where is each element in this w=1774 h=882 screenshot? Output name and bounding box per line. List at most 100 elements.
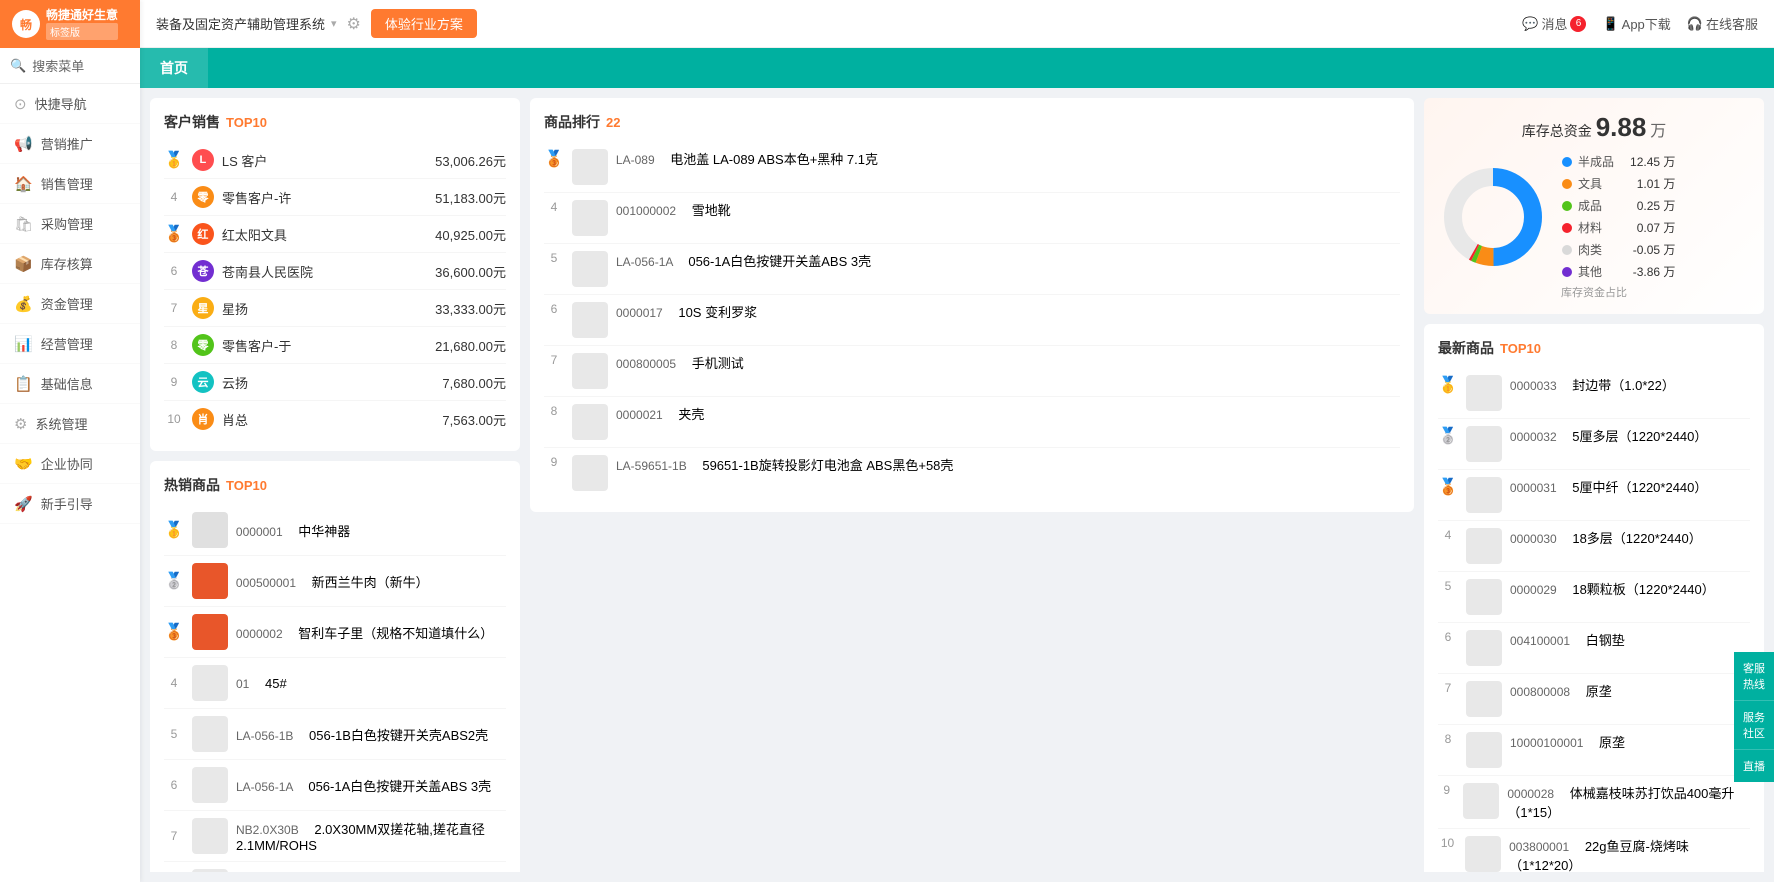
product-thumbnail <box>1466 477 1502 513</box>
medal-icon: 🥇 <box>164 150 184 170</box>
product-thumbnail <box>192 563 228 599</box>
legend-dot <box>1562 245 1572 255</box>
product-thumbnail <box>192 869 228 872</box>
top-customers-title: 客户销售 TOP10 <box>164 112 506 132</box>
sidebar-item-operations[interactable]: 📊 经营管理 <box>0 324 140 364</box>
logo-title: 畅捷通好生意 <box>46 8 118 24</box>
legend-dot <box>1562 201 1572 211</box>
marketing-icon: 📢 <box>14 135 33 153</box>
sidebar-item-label: 库存核算 <box>41 254 93 273</box>
nav-tabs: 首页 <box>140 48 1774 88</box>
sidebar-item-enterprise[interactable]: 🤝 企业协同 <box>0 444 140 484</box>
list-item: 7 000800005 手机测试 <box>544 346 1400 397</box>
cs-community-button[interactable]: 服务社区 <box>1734 701 1774 750</box>
sidebar-item-sales[interactable]: 🏠 销售管理 <box>0 164 140 204</box>
rank-badge: 零 <box>192 334 214 356</box>
list-item: 4 零 零售客户-许 51,183.00元 <box>164 179 506 216</box>
customer-service-widget: 客服热线 服务社区 直播 <box>1734 652 1774 782</box>
hot-products-title: 热销商品 TOP10 <box>164 475 506 495</box>
medal-icon: 🥈 <box>1438 426 1458 446</box>
message-button[interactable]: 💬 消息 6 <box>1522 14 1586 33</box>
chevron-down-icon: ▾ <box>331 17 337 30</box>
legend-dot <box>1562 223 1572 233</box>
product-thumbnail <box>1466 579 1502 615</box>
gear-icon[interactable]: ⚙ <box>347 14 361 34</box>
app-download-button[interactable]: 📱 App下载 <box>1602 14 1670 33</box>
legend-item: 成品 0.25 万 <box>1562 197 1675 214</box>
rank-badge: 云 <box>192 371 214 393</box>
sidebar-item-quick-nav[interactable]: ⊙ 快捷导航 <box>0 84 140 124</box>
sidebar-item-label: 系统管理 <box>35 414 87 433</box>
list-item: 8 10000100001 原垄 <box>1438 725 1750 776</box>
finance-icon: 💰 <box>14 295 33 313</box>
message-badge: 6 <box>1570 16 1586 32</box>
product-rank-card: 商品排行 22 🥉 LA-089 电池盖 LA-089 ABS本色+黑种 7.1… <box>530 98 1414 512</box>
system-name: 装备及固定资产辅助管理系统 <box>156 14 325 33</box>
topbar-right: 💬 消息 6 📱 App下载 🎧 在线客服 <box>1522 14 1758 33</box>
list-item: 🥈 000500001 新西兰牛肉（新牛） <box>164 556 506 607</box>
list-item: 7 NB2.0X30B 2.0X30MM双搓花轴,搓花直径2.1MM/ROHS <box>164 811 506 862</box>
list-item: 8 0000011 12070519-xs <box>164 862 506 872</box>
list-item: 9 云 云扬 7,680.00元 <box>164 364 506 401</box>
sidebar-item-guide[interactable]: 🚀 新手引导 <box>0 484 140 524</box>
cs-hotline-button[interactable]: 客服热线 <box>1734 652 1774 701</box>
product-thumbnail <box>572 302 608 338</box>
sidebar-item-purchase[interactable]: 🛍 采购管理 <box>0 204 140 244</box>
inventory-icon: 📦 <box>14 255 33 273</box>
sidebar-item-base[interactable]: 📋 基础信息 <box>0 364 140 404</box>
product-rank-title: 商品排行 22 <box>544 112 1400 132</box>
headset-icon: 🎧 <box>1687 16 1703 32</box>
legend-item: 半成品 12.45 万 <box>1562 153 1675 170</box>
product-thumbnail <box>192 512 228 548</box>
sidebar-item-label: 销售管理 <box>41 174 93 193</box>
message-icon: 💬 <box>1522 16 1538 32</box>
system-icon: ⚙ <box>14 415 27 433</box>
list-item: 🥉 LA-089 电池盖 LA-089 ABS本色+黑种 7.1克 <box>544 142 1400 193</box>
product-thumbnail <box>1466 528 1502 564</box>
sidebar-item-finance[interactable]: 💰 资金管理 <box>0 284 140 324</box>
list-item: 🥇 L LS 客户 53,006.26元 <box>164 142 506 179</box>
medal-icon: 🥇 <box>1438 375 1458 395</box>
topbar: 装备及固定资产辅助管理系统 ▾ ⚙ 体验行业方案 💬 消息 6 📱 App下载 … <box>140 0 1774 48</box>
product-thumbnail <box>1466 681 1502 717</box>
logo-icon: 畅 <box>12 10 40 38</box>
search-label: 搜索菜单 <box>32 56 84 75</box>
system-selector[interactable]: 装备及固定资产辅助管理系统 ▾ <box>156 14 337 33</box>
home-icon: ⊙ <box>14 95 27 113</box>
list-item: 5 0000029 18颗粒板（1220*2440） <box>1438 572 1750 623</box>
list-item: 6 0000017 10S 变利罗浆 <box>544 295 1400 346</box>
list-item: 6 苍 苍南县人民医院 36,600.00元 <box>164 253 506 290</box>
sidebar-item-system[interactable]: ⚙ 系统管理 <box>0 404 140 444</box>
list-item: 7 000800008 原垄 <box>1438 674 1750 725</box>
list-item: 10 003800001 22g鱼豆腐-烧烤味（1*12*20） <box>1438 829 1750 872</box>
product-thumbnail <box>572 251 608 287</box>
sidebar-item-label: 企业协同 <box>41 454 93 473</box>
list-item: 5 LA-056-1A 056-1A白色按键开关盖ABS 3壳 <box>544 244 1400 295</box>
sidebar-item-label: 经营管理 <box>41 334 93 353</box>
sidebar-item-inventory[interactable]: 📦 库存核算 <box>0 244 140 284</box>
search-icon: 🔍 <box>10 58 26 74</box>
sidebar-item-label: 营销推广 <box>41 134 93 153</box>
online-service-button[interactable]: 🎧 在线客服 <box>1687 14 1758 33</box>
enterprise-icon: 🤝 <box>14 455 33 473</box>
mobile-icon: 📱 <box>1602 16 1618 32</box>
medal-icon: 🥉 <box>544 149 564 169</box>
product-thumbnail <box>572 404 608 440</box>
trial-button[interactable]: 体验行业方案 <box>371 9 477 38</box>
list-item: 4 0000030 18多层（1220*2440） <box>1438 521 1750 572</box>
legend-dot <box>1562 179 1572 189</box>
tab-home[interactable]: 首页 <box>140 48 208 88</box>
inventory-legend: 半成品 12.45 万 文具 1.01 万 成品 0.25 万 <box>1562 153 1675 280</box>
product-thumbnail <box>1466 630 1502 666</box>
new-products-card: 最新商品 TOP10 🥇 0000033 封边带（1.0*22） 🥈 00000 <box>1424 324 1764 872</box>
operations-icon: 📊 <box>14 335 33 353</box>
list-item: 🥈 0000032 5厘多层（1220*2440） <box>1438 419 1750 470</box>
sidebar-item-marketing[interactable]: 📢 营销推广 <box>0 124 140 164</box>
product-thumbnail <box>572 149 608 185</box>
cs-live-button[interactable]: 直播 <box>1734 750 1774 782</box>
search-menu[interactable]: 🔍 搜索菜单 <box>0 48 140 84</box>
product-thumbnail <box>192 716 228 752</box>
logo: 畅 畅捷通好生意 标签版 <box>0 0 140 48</box>
medal-icon: 🥇 <box>164 520 184 540</box>
inventory-total: 库存总资金 9.88 万 <box>1438 112 1750 143</box>
